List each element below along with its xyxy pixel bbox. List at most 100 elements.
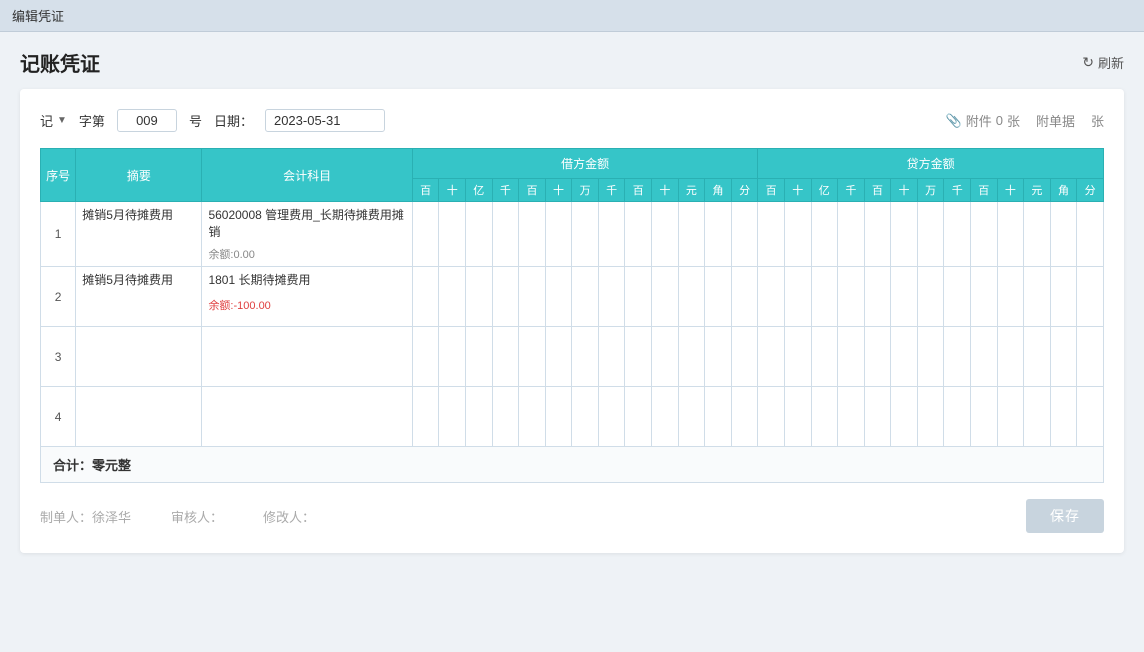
row3-debit-digit-12[interactable] [705,327,732,387]
row2-credit-digit-1[interactable] [758,267,785,327]
row3-credit-digit-9[interactable] [970,327,997,387]
row-account-4[interactable] [202,387,412,447]
row1-debit-digit-10[interactable] [652,202,679,267]
row4-debit-digit-8[interactable] [598,387,625,447]
row4-credit-digit-1[interactable] [758,387,785,447]
row3-debit-digit-1[interactable] [412,327,439,387]
row1-credit-digit-8[interactable] [944,202,971,267]
row4-debit-digit-4[interactable] [492,387,519,447]
row1-debit-digit-4[interactable] [492,202,519,267]
row4-credit-digit-12[interactable] [1050,387,1077,447]
row2-credit-digit-3[interactable] [811,267,838,327]
row4-debit-digit-3[interactable] [466,387,493,447]
table-row[interactable]: 1摊销5月待摊费用56020008 管理费用_长期待摊费用摊销余额:0.00 [41,202,1104,267]
row3-debit-digit-11[interactable] [678,327,705,387]
row2-credit-digit-8[interactable] [944,267,971,327]
voucher-number-input[interactable] [117,109,177,132]
row4-debit-digit-11[interactable] [678,387,705,447]
row2-debit-digit-9[interactable] [625,267,652,327]
row4-credit-digit-8[interactable] [944,387,971,447]
row3-credit-digit-8[interactable] [944,327,971,387]
row3-debit-digit-8[interactable] [598,327,625,387]
row2-debit-digit-8[interactable] [598,267,625,327]
row4-debit-digit-5[interactable] [519,387,546,447]
row3-debit-digit-9[interactable] [625,327,652,387]
row4-debit-digit-9[interactable] [625,387,652,447]
save-button[interactable]: 保存 [1026,499,1104,533]
row3-debit-digit-3[interactable] [466,327,493,387]
row1-debit-digit-11[interactable] [678,202,705,267]
row2-credit-digit-5[interactable] [864,267,891,327]
row2-debit-digit-7[interactable] [572,267,599,327]
row1-credit-digit-9[interactable] [970,202,997,267]
row4-debit-digit-7[interactable] [572,387,599,447]
row3-debit-digit-2[interactable] [439,327,466,387]
row2-credit-digit-7[interactable] [917,267,944,327]
row4-debit-digit-1[interactable] [412,387,439,447]
row1-credit-digit-4[interactable] [838,202,865,267]
row1-credit-digit-10[interactable] [997,202,1024,267]
row2-credit-digit-2[interactable] [784,267,811,327]
row1-debit-digit-5[interactable] [519,202,546,267]
row1-credit-digit-1[interactable] [758,202,785,267]
row-account-1[interactable]: 56020008 管理费用_长期待摊费用摊销余额:0.00 [202,202,412,267]
row1-debit-digit-13[interactable] [731,202,758,267]
row-summary-4[interactable] [76,387,202,447]
row1-credit-digit-3[interactable] [811,202,838,267]
row1-credit-digit-7[interactable] [917,202,944,267]
row3-debit-digit-13[interactable] [731,327,758,387]
row1-debit-digit-2[interactable] [439,202,466,267]
row3-credit-digit-4[interactable] [838,327,865,387]
row3-credit-digit-6[interactable] [891,327,918,387]
row1-credit-digit-6[interactable] [891,202,918,267]
row3-credit-digit-12[interactable] [1050,327,1077,387]
row3-credit-digit-3[interactable] [811,327,838,387]
row3-credit-digit-10[interactable] [997,327,1024,387]
row2-credit-digit-10[interactable] [997,267,1024,327]
row1-credit-digit-2[interactable] [784,202,811,267]
row4-credit-digit-11[interactable] [1024,387,1051,447]
row-account-3[interactable] [202,327,412,387]
row2-credit-digit-13[interactable] [1077,267,1104,327]
row1-debit-digit-9[interactable] [625,202,652,267]
row4-debit-digit-2[interactable] [439,387,466,447]
row4-credit-digit-9[interactable] [970,387,997,447]
row1-debit-digit-7[interactable] [572,202,599,267]
row2-credit-digit-12[interactable] [1050,267,1077,327]
row2-debit-digit-1[interactable] [412,267,439,327]
table-row[interactable]: 4 [41,387,1104,447]
row1-credit-digit-13[interactable] [1077,202,1104,267]
attachment-link[interactable]: 📎 附件 0 张 [946,111,1020,130]
row-summary-1[interactable]: 摊销5月待摊费用 [76,202,202,267]
row4-debit-digit-6[interactable] [545,387,572,447]
row3-credit-digit-7[interactable] [917,327,944,387]
row3-debit-digit-4[interactable] [492,327,519,387]
row2-debit-digit-2[interactable] [439,267,466,327]
row4-credit-digit-13[interactable] [1077,387,1104,447]
row4-debit-digit-10[interactable] [652,387,679,447]
row3-credit-digit-2[interactable] [784,327,811,387]
row-summary-2[interactable]: 摊销5月待摊费用 [76,267,202,327]
row1-debit-digit-1[interactable] [412,202,439,267]
date-input[interactable] [265,109,385,132]
row3-debit-digit-10[interactable] [652,327,679,387]
row2-debit-digit-6[interactable] [545,267,572,327]
row1-credit-digit-11[interactable] [1024,202,1051,267]
row3-credit-digit-11[interactable] [1024,327,1051,387]
row1-debit-digit-12[interactable] [705,202,732,267]
row4-credit-digit-6[interactable] [891,387,918,447]
row2-debit-digit-4[interactable] [492,267,519,327]
row1-debit-digit-3[interactable] [466,202,493,267]
row2-credit-digit-9[interactable] [970,267,997,327]
row2-debit-digit-3[interactable] [466,267,493,327]
row3-debit-digit-6[interactable] [545,327,572,387]
row2-debit-digit-10[interactable] [652,267,679,327]
row4-credit-digit-4[interactable] [838,387,865,447]
row2-credit-digit-11[interactable] [1024,267,1051,327]
row2-debit-digit-13[interactable] [731,267,758,327]
row3-credit-digit-1[interactable] [758,327,785,387]
row4-debit-digit-12[interactable] [705,387,732,447]
row1-debit-digit-8[interactable] [598,202,625,267]
row3-debit-digit-7[interactable] [572,327,599,387]
row4-credit-digit-10[interactable] [997,387,1024,447]
